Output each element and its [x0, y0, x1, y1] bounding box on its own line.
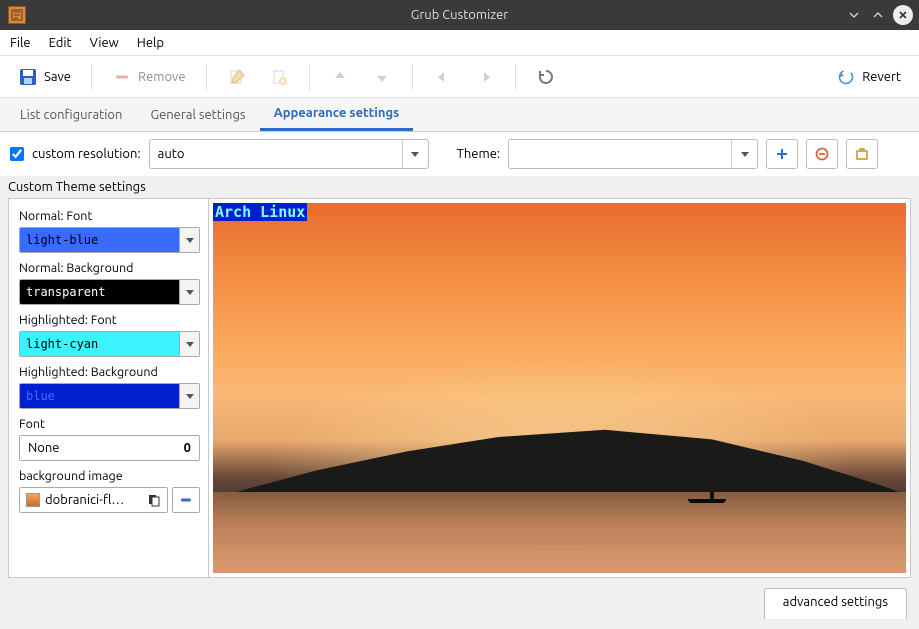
remove-icon [112, 67, 132, 87]
font-size: 0 [184, 441, 191, 455]
normal-background-group: Normal: Background transparent [19, 261, 200, 305]
grub-preview: Arch Linux [213, 203, 906, 573]
custom-resolution-checkbox[interactable] [10, 147, 24, 161]
theme-settings-panel: Normal: Font light-blue Normal: Backgrou… [9, 199, 209, 577]
new-icon [269, 67, 289, 87]
tab-appearance-settings[interactable]: Appearance settings [260, 98, 414, 131]
highlighted-background-label: Highlighted: Background [19, 365, 200, 379]
font-label: Font [19, 417, 200, 431]
new-entry-button [261, 63, 297, 91]
edit-entry-button [219, 63, 255, 91]
refresh-icon [536, 67, 556, 87]
tab-list-configuration[interactable]: List configuration [6, 98, 136, 131]
menu-file[interactable]: File [10, 36, 31, 50]
menu-edit[interactable]: Edit [49, 36, 72, 50]
normal-background-combo[interactable]: transparent [19, 279, 200, 305]
normal-font-combo[interactable]: light-blue [19, 227, 200, 253]
theme-label: Theme: [457, 147, 500, 161]
background-image-filename: dobranici-fl… [45, 493, 142, 507]
preview-panel: Arch Linux [209, 199, 910, 577]
normal-font-label: Normal: Font [19, 209, 200, 223]
resolution-combo[interactable] [149, 139, 429, 169]
app-icon [8, 6, 26, 24]
font-name: None [28, 441, 60, 455]
menu-view[interactable]: View [90, 36, 119, 50]
normal-background-label: Normal: Background [19, 261, 200, 275]
move-up-button [322, 63, 358, 91]
theme-combo[interactable] [508, 139, 758, 169]
background-image-group: background image dobranici-fl… [19, 469, 200, 513]
theme-add-button[interactable] [766, 139, 798, 169]
highlighted-background-group: Highlighted: Background blue [19, 365, 200, 409]
background-image-label: background image [19, 469, 200, 483]
minus-icon [179, 495, 193, 505]
appearance-top-row: custom resolution: Theme: [0, 132, 919, 176]
move-down-button [364, 63, 400, 91]
tab-general-settings[interactable]: General settings [136, 98, 259, 131]
normal-background-value: transparent [20, 280, 179, 304]
menu-help[interactable]: Help [137, 36, 164, 50]
save-icon [18, 67, 38, 87]
normal-font-value: light-blue [20, 228, 179, 252]
window-title: Grub Customizer [0, 8, 919, 22]
preview-entry-highlighted: Arch Linux [213, 203, 307, 221]
revert-icon [836, 67, 856, 87]
highlighted-font-label: Highlighted: Font [19, 313, 200, 327]
highlighted-background-value: blue [20, 384, 179, 408]
remove-button: Remove [104, 63, 194, 91]
background-thumb-icon [26, 493, 40, 507]
arrow-left-icon [433, 67, 453, 87]
move-left-button [425, 63, 461, 91]
tab-bar: List configuration General settings Appe… [0, 98, 919, 132]
background-image-chooser[interactable]: dobranici-fl… [19, 487, 168, 513]
move-right-button [467, 63, 503, 91]
highlighted-background-combo[interactable]: blue [19, 383, 200, 409]
font-chooser[interactable]: None 0 [19, 435, 200, 461]
menubar: File Edit View Help [0, 30, 919, 56]
background-image-clear-button[interactable] [172, 487, 200, 513]
custom-theme-section-label: Custom Theme settings [0, 176, 919, 198]
highlighted-font-value: light-cyan [20, 332, 179, 356]
remove-label: Remove [138, 70, 186, 84]
theme-dropdown-button[interactable] [731, 140, 757, 168]
font-group: Font None 0 [19, 417, 200, 461]
edit-icon [227, 67, 247, 87]
refresh-button[interactable] [528, 63, 564, 91]
highlighted-font-dropdown[interactable] [179, 332, 199, 356]
arrow-right-icon [475, 67, 495, 87]
custom-resolution-label: custom resolution: [32, 147, 141, 161]
arrow-down-icon [372, 67, 392, 87]
revert-label: Revert [862, 70, 901, 84]
theme-export-button[interactable] [846, 139, 878, 169]
normal-font-group: Normal: Font light-blue [19, 209, 200, 253]
resolution-dropdown-button[interactable] [402, 140, 428, 168]
titlebar: Grub Customizer [0, 0, 919, 30]
close-button[interactable] [893, 5, 913, 25]
normal-background-dropdown[interactable] [179, 280, 199, 304]
save-button[interactable]: Save [10, 63, 79, 91]
maximize-button[interactable] [869, 6, 887, 24]
arrow-up-icon [330, 67, 350, 87]
revert-button[interactable]: Revert [828, 63, 909, 91]
theme-remove-button[interactable] [806, 139, 838, 169]
theme-input[interactable] [509, 140, 731, 168]
toolbar: Save Remove Revert [0, 56, 919, 98]
copy-icon [147, 493, 161, 507]
highlighted-font-group: Highlighted: Font light-cyan [19, 313, 200, 357]
minimize-button[interactable] [845, 6, 863, 24]
highlighted-background-dropdown[interactable] [179, 384, 199, 408]
custom-theme-area: Normal: Font light-blue Normal: Backgrou… [8, 198, 911, 578]
save-label: Save [44, 70, 71, 84]
highlighted-font-combo[interactable]: light-cyan [19, 331, 200, 357]
normal-font-dropdown[interactable] [179, 228, 199, 252]
resolution-input[interactable] [150, 140, 402, 168]
advanced-settings-button[interactable]: advanced settings [764, 588, 907, 619]
